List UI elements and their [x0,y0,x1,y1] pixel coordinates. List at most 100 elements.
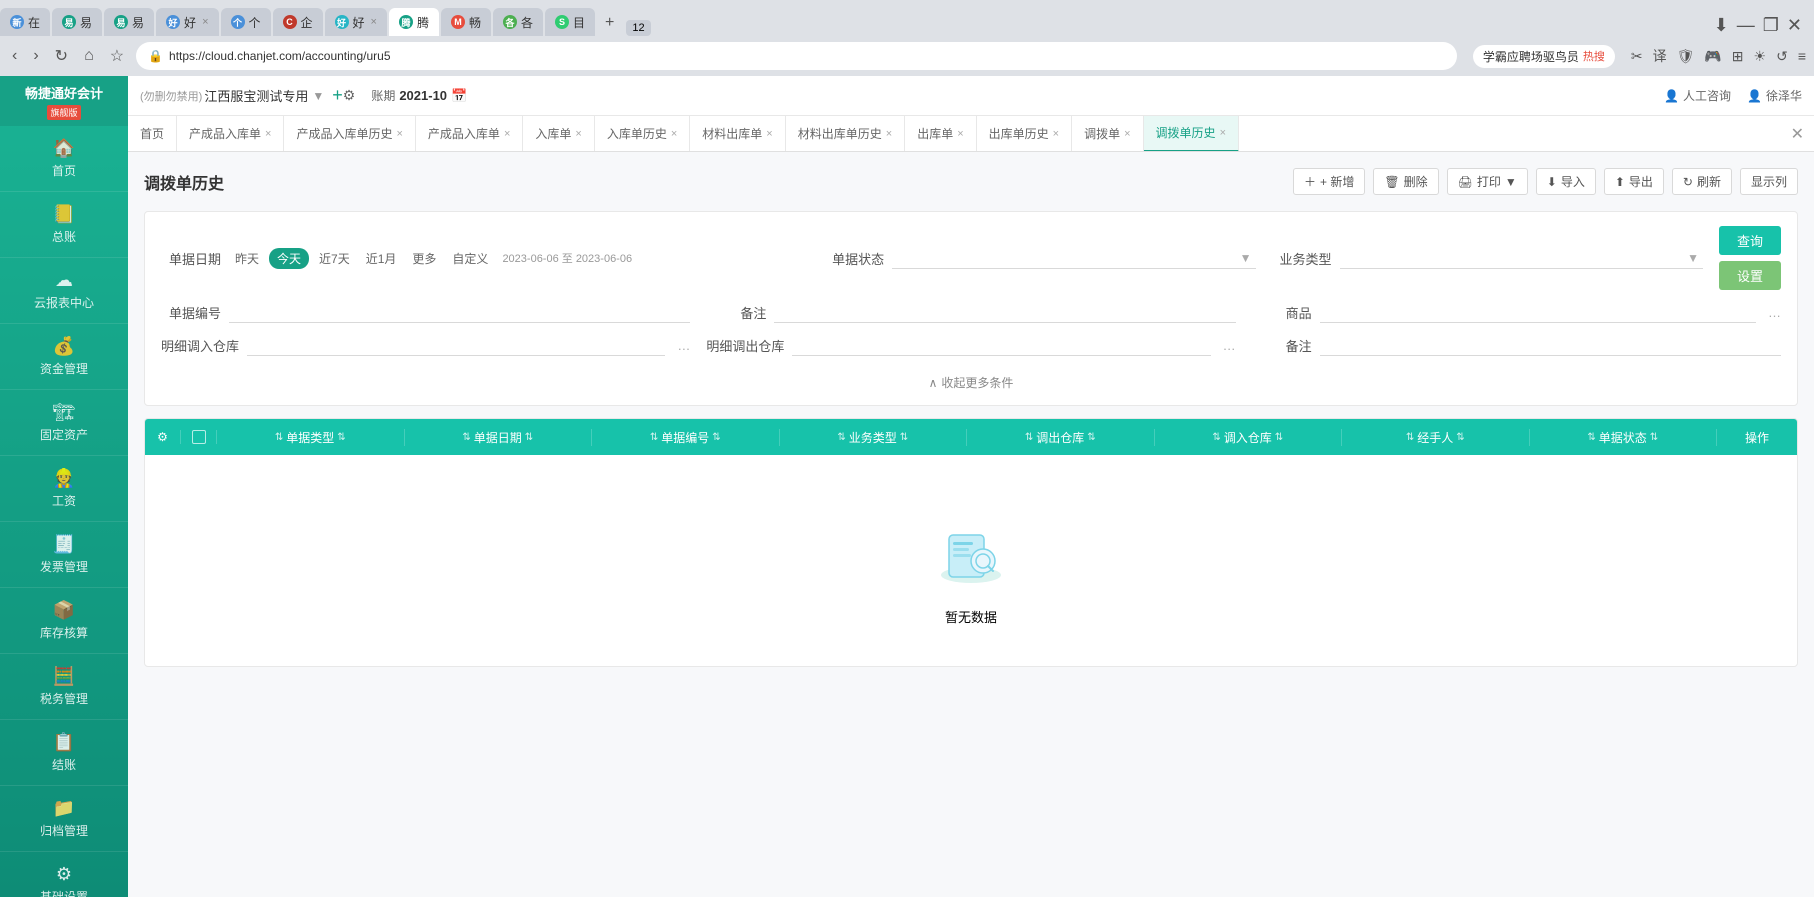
page-tab-home[interactable]: 首页 [128,116,177,152]
add-company-button[interactable]: + [332,85,343,106]
undo-icon[interactable]: ↺ [1776,48,1788,65]
search-bar[interactable]: 学霸应聘场驱鸟员 热搜 [1473,45,1615,68]
th-doc-status[interactable]: ⇅ 单据状态 ⇅ [1530,429,1718,446]
date-btn-1month[interactable]: 近1月 [360,248,403,269]
date-btn-yesterday[interactable]: 昨天 [229,248,265,269]
page-tab-transfer-hist-close[interactable]: × [1220,127,1226,139]
browser-tab-10[interactable]: 各 各 [493,8,543,36]
date-btn-today[interactable]: 今天 [269,248,309,269]
translate-icon[interactable]: 译 [1653,46,1667,66]
tab-close-4[interactable]: × [202,16,208,28]
close-all-tabs-button[interactable]: ✕ [1781,124,1814,144]
page-tab-inbound2-close[interactable]: × [504,128,510,140]
address-bar[interactable]: 🔒 https://cloud.chanjet.com/accounting/u… [136,42,1457,70]
filter-docno-input[interactable] [229,302,690,323]
th-out-warehouse[interactable]: ⇅ 调出仓库 ⇅ [967,429,1155,446]
sidebar-item-inventory[interactable]: 📦 库存核算 [0,588,128,654]
sidebar-item-tax[interactable]: 🧮 税务管理 [0,654,128,720]
browser-tab-3[interactable]: 易 易 [104,8,154,36]
filter-detail-in-input[interactable] [247,335,665,356]
sidebar-item-closing[interactable]: 📋 结账 [0,720,128,786]
date-btn-more[interactable]: 更多 [406,248,442,269]
minimize-icon[interactable]: — [1737,15,1755,36]
sidebar-item-funds[interactable]: 💰 资金管理 [0,324,128,390]
page-tab-inbound2[interactable]: 产成品入库单 × [416,116,523,152]
user-button[interactable]: 👤 徐泽华 [1747,87,1802,104]
help-button[interactable]: 👤 人工咨询 [1664,87,1731,104]
browser-tab-4[interactable]: 好 好 × [156,8,218,36]
reload-button[interactable]: ↻ [51,44,72,68]
filter-remark-input[interactable] [774,302,1235,323]
game-icon[interactable]: 🎮 [1704,48,1721,65]
header-checkbox[interactable] [192,430,206,444]
sidebar-item-assets[interactable]: 🏗 固定资产 [0,390,128,456]
browser-tab-6[interactable]: C 企 [273,8,323,36]
sidebar-item-payroll[interactable]: 👷 工资 [0,456,128,522]
page-tab-out-hist-close[interactable]: × [1053,128,1059,140]
tab-close-7[interactable]: × [371,16,377,28]
company-selector[interactable]: (勿删勿禁用) 江西服宝测试专用 ▼ [140,86,324,105]
new-button[interactable]: ＋ + 新增 [1293,168,1365,195]
filter-biz-select[interactable]: ▼ [1340,248,1703,269]
goods-more-icon[interactable]: … [1768,305,1781,320]
page-tab-stock-in-hist[interactable]: 入库单历史 × [595,116,690,152]
page-tab-out-close[interactable]: × [957,128,963,140]
print-button[interactable]: 🖨 打印 ▼ [1447,168,1528,195]
page-tab-material-out[interactable]: 材料出库单 × [690,116,785,152]
filter-status-select[interactable]: ▼ [892,248,1255,269]
browser-tab-11[interactable]: S 目 [545,8,595,36]
date-btn-7days[interactable]: 近7天 [313,248,356,269]
page-tab-stock-in-hist-close[interactable]: × [671,128,677,140]
forward-button[interactable]: › [29,45,42,67]
refresh-button[interactable]: ↻ 刷新 [1672,168,1732,195]
display-cols-button[interactable]: 显示列 [1740,168,1798,195]
sidebar-item-archive[interactable]: 📁 归档管理 [0,786,128,852]
th-doc-type[interactable]: ⇅ 单据类型 ⇅ [217,429,405,446]
home-button[interactable]: ⌂ [80,45,98,67]
shield-icon[interactable]: 🛡 [1677,48,1695,65]
browser-tab-8[interactable]: 腾 腾 [389,8,439,36]
date-btn-custom[interactable]: 自定义 [446,248,494,269]
grid-icon[interactable]: ⊞ [1732,48,1744,65]
brightness-icon[interactable]: ☀ [1754,48,1767,65]
company-settings-button[interactable]: ⚙ [343,87,356,104]
bookmark-button[interactable]: ☆ [106,44,128,68]
page-tab-out-hist[interactable]: 出库单历史 × [977,116,1072,152]
maximize-icon[interactable]: ❐ [1763,15,1779,36]
th-doc-no[interactable]: ⇅ 单据编号 ⇅ [592,429,780,446]
back-button[interactable]: ‹ [8,45,21,67]
page-tab-transfer-close[interactable]: × [1124,128,1130,140]
filter-goods-input[interactable] [1320,302,1756,323]
filter-detail-out-input[interactable] [792,335,1210,356]
th-handler[interactable]: ⇅ 经手人 ⇅ [1342,429,1530,446]
page-tab-stock-in-close[interactable]: × [575,128,581,140]
page-tab-transfer[interactable]: 调拨单 × [1072,116,1143,152]
calendar-icon[interactable]: 📅 [451,88,467,104]
scissors-icon[interactable]: ✂ [1631,48,1643,65]
th-in-warehouse[interactable]: ⇅ 调入仓库 ⇅ [1155,429,1343,446]
detail-in-more-icon[interactable]: … [677,338,690,353]
query-button[interactable]: 查询 [1719,226,1781,255]
browser-tab-9[interactable]: M 畅 [441,8,491,36]
page-tab-inbound[interactable]: 产成品入库单 × [177,116,284,152]
th-checkbox[interactable] [181,430,217,444]
browser-tab-2[interactable]: 易 易 [52,8,102,36]
import-button[interactable]: ⬇ 导入 [1536,168,1596,195]
sidebar-item-invoice[interactable]: 🧾 发票管理 [0,522,128,588]
filter-backup-input[interactable] [1320,335,1781,356]
page-tab-inbound-close[interactable]: × [265,128,271,140]
page-tab-material-out-hist-close[interactable]: × [886,128,892,140]
menu-icon[interactable]: ≡ [1798,48,1806,64]
page-tab-material-out-hist[interactable]: 材料出库单历史 × [786,116,905,152]
sidebar-item-ledger[interactable]: 📒 总账 [0,192,128,258]
page-tab-stock-in[interactable]: 入库单 × [523,116,594,152]
settings-button[interactable]: 设置 [1719,261,1781,290]
export-button[interactable]: ⬆ 导出 [1604,168,1664,195]
page-tab-transfer-hist[interactable]: 调拨单历史 × [1144,116,1239,152]
page-tab-inbound-hist-close[interactable]: × [396,128,402,140]
browser-tab-7[interactable]: 好 好 × [325,8,387,36]
sidebar-item-settings[interactable]: ⚙ 基础设置 [0,852,128,897]
download-icon[interactable]: ⬇ [1714,15,1729,36]
sidebar-item-reports[interactable]: ☁ 云报表中心 [0,258,128,324]
th-gear[interactable]: ⚙ [145,430,181,444]
